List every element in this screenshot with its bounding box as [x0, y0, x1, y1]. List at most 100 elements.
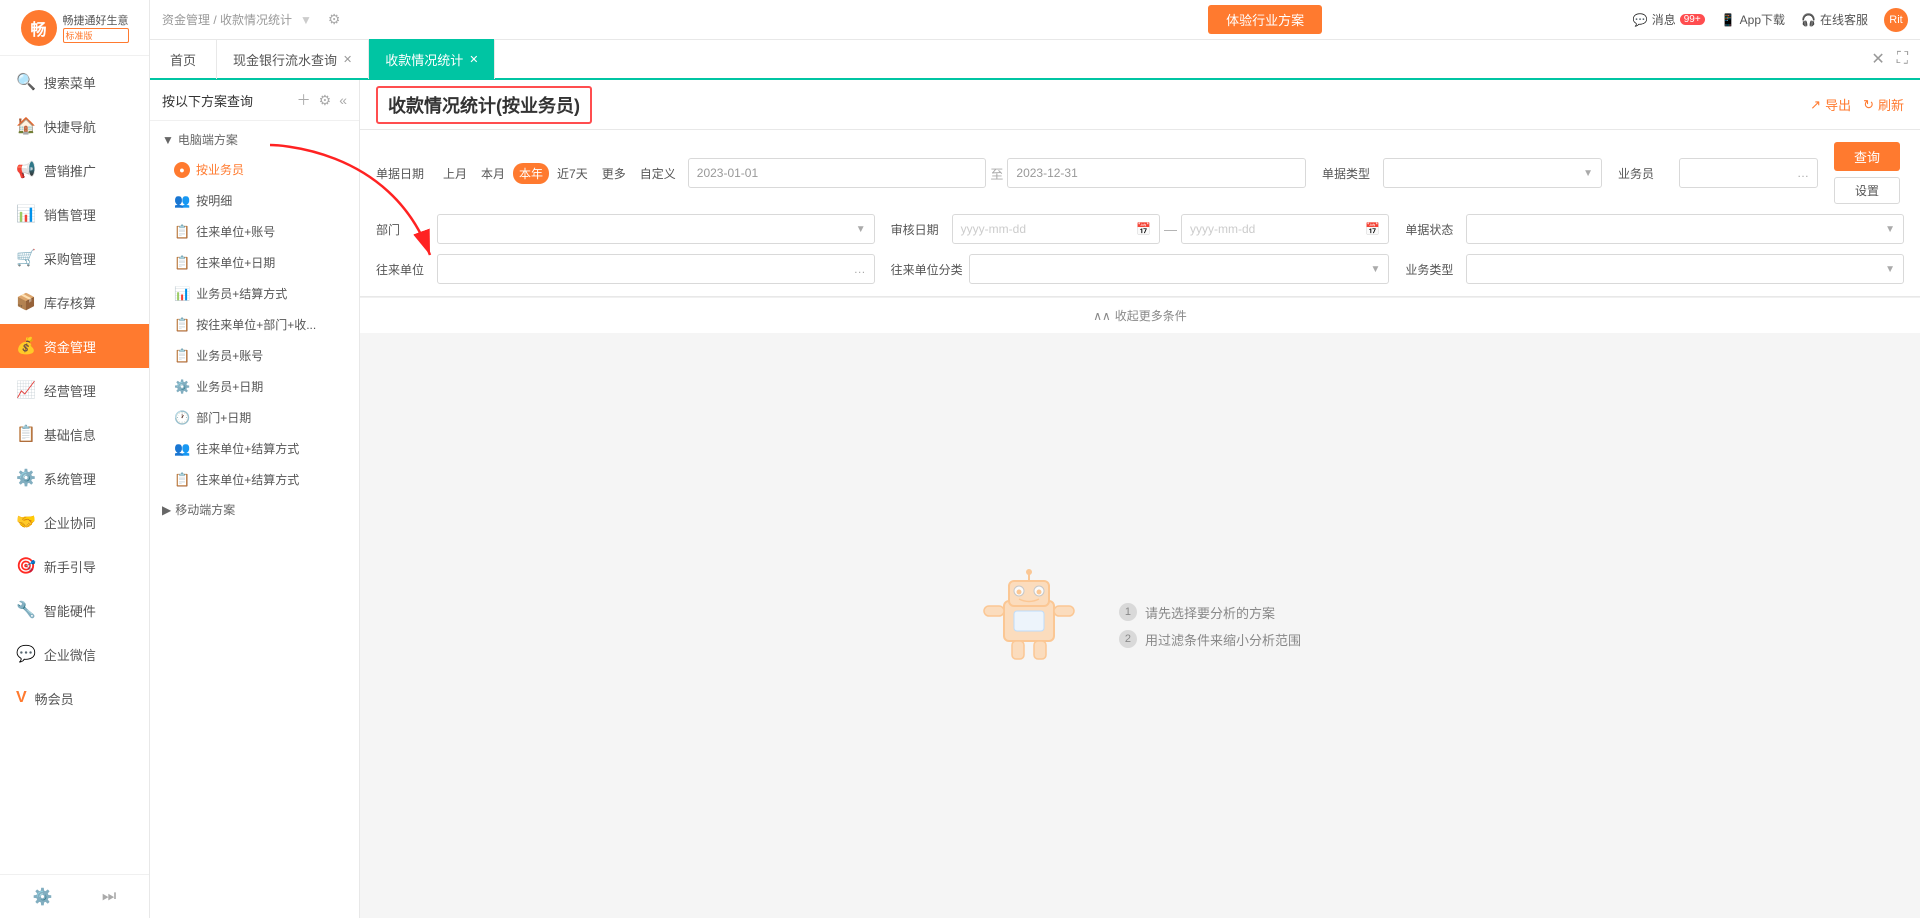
date-to-input[interactable]: 2023-12-31: [1007, 158, 1306, 188]
scheme-item-10[interactable]: 📋 往来单位+结算方式: [150, 464, 359, 495]
date-tab-custom[interactable]: 自定义: [634, 163, 682, 184]
sidebar-item-newguide[interactable]: 🎯 新手引导: [0, 544, 149, 588]
sidebar-item-operations[interactable]: 📈 经营管理: [0, 368, 149, 412]
date-tab-this-year[interactable]: 本年: [513, 163, 549, 184]
filter-unit-class: 往来单位分类 ▼: [891, 254, 1390, 284]
sidebar-item-smarthw[interactable]: 🔧 智能硬件: [0, 588, 149, 632]
filter-unit: 往来单位 …: [376, 254, 875, 284]
try-industry-btn[interactable]: 体验行业方案: [1208, 5, 1322, 34]
user-avatar-btn[interactable]: Rit: [1884, 8, 1908, 32]
dropdown-arrow-icon[interactable]: ▼: [300, 13, 312, 27]
operations-icon: 📈: [16, 380, 36, 400]
scheme-item-label-5: 按往来单位+部门+收...: [196, 316, 316, 333]
search-icon: 🔍: [16, 72, 36, 92]
page-title-container: 收款情况统计(按业务员): [376, 86, 592, 124]
query-button[interactable]: 查询: [1834, 142, 1900, 171]
dept-chevron-icon: ▼: [856, 224, 866, 235]
tab-collection-label: 收款情况统计: [385, 50, 463, 69]
date-tab-last-month[interactable]: 上月: [437, 163, 473, 184]
online-service-btn[interactable]: 🎧 在线客服: [1801, 11, 1868, 28]
scheme-collapse-icon[interactable]: «: [339, 92, 347, 108]
settings-bottom-icon[interactable]: ⚙️: [33, 887, 53, 907]
doc-status-select[interactable]: ▼: [1466, 214, 1904, 244]
staff-more-icon[interactable]: …: [1797, 166, 1809, 180]
expand-icon[interactable]: ⏭: [102, 888, 116, 906]
export-btn[interactable]: ↗ 导出: [1810, 95, 1851, 114]
scheme-gear-icon[interactable]: ⚙: [319, 92, 332, 109]
date-range: 2023-01-01 至 2023-12-31: [688, 158, 1306, 188]
scheme-section-desktop-header[interactable]: ▼ 电脑端方案: [150, 125, 359, 154]
scheme-add-icon[interactable]: ＋: [297, 90, 311, 110]
filter-row-1: 单据日期 上月 本月 本年 近7天 更多 自定义 2023-01-01: [376, 142, 1904, 204]
audit-from-input[interactable]: yyyy-mm-dd 📅: [952, 214, 1160, 244]
audit-date-range: yyyy-mm-dd 📅 — yyyy-mm-dd 📅: [952, 214, 1390, 244]
tab-bank-close-icon[interactable]: ✕: [343, 53, 352, 66]
date-tab-this-month[interactable]: 本月: [475, 163, 511, 184]
sidebar-item-collab[interactable]: 🤝 企业协同: [0, 500, 149, 544]
sidebar-item-inventory[interactable]: 📦 库存核算: [0, 280, 149, 324]
calendar-icon-2[interactable]: 📅: [1365, 222, 1380, 236]
sidebar-label-smarthw: 智能硬件: [44, 601, 96, 620]
message-btn[interactable]: 💬 消息 99+: [1633, 11, 1705, 28]
sidebar-label-sales: 销售管理: [44, 205, 96, 224]
unit-more-icon[interactable]: …: [854, 262, 866, 276]
status-chevron-icon: ▼: [1885, 224, 1895, 235]
sidebar-item-quicknav[interactable]: 🏠 快捷导航: [0, 104, 149, 148]
scheme-item-3[interactable]: 📋 往来单位+日期: [150, 247, 359, 278]
tab-collection-stats[interactable]: 收款情况统计 ✕: [369, 39, 495, 79]
sidebar-item-wechat[interactable]: 💬 企业微信: [0, 632, 149, 676]
audit-to-input[interactable]: yyyy-mm-dd 📅: [1181, 214, 1389, 244]
logo-badge: 标准版: [63, 28, 129, 43]
doc-status-label: 单据状态: [1405, 221, 1460, 238]
sidebar-item-sales[interactable]: 📊 销售管理: [0, 192, 149, 236]
settings-button[interactable]: 设置: [1834, 177, 1900, 204]
scheme-section-mobile: ▶ 移动端方案: [150, 495, 359, 524]
dept-select[interactable]: ▼: [437, 214, 875, 244]
unit-class-select[interactable]: ▼: [969, 254, 1390, 284]
sidebar-item-basicinfo[interactable]: 📋 基础信息: [0, 412, 149, 456]
refresh-btn[interactable]: ↻ 刷新: [1863, 95, 1904, 114]
date-from-input[interactable]: 2023-01-01: [688, 158, 987, 188]
tab-close-all-icon[interactable]: ✕: [1871, 49, 1884, 69]
gear-icon[interactable]: ⚙: [328, 11, 341, 28]
sales-icon: 📊: [16, 204, 36, 224]
scheme-item-6[interactable]: 📋 业务员+账号: [150, 340, 359, 371]
scheme-item-4[interactable]: 📊 业务员+结算方式: [150, 278, 359, 309]
sidebar-item-purchase[interactable]: 🛒 采购管理: [0, 236, 149, 280]
scheme-item-2[interactable]: 📋 往来单位+账号: [150, 216, 359, 247]
calendar-icon[interactable]: 📅: [1136, 222, 1151, 236]
app-download-btn[interactable]: 📱 App下载: [1721, 11, 1785, 28]
marketing-icon: 📢: [16, 160, 36, 180]
date-tab-more[interactable]: 更多: [596, 163, 632, 184]
date-tab-7days[interactable]: 近7天: [551, 163, 594, 184]
sidebar-item-search[interactable]: 🔍 搜索菜单: [0, 60, 149, 104]
scheme-item-7[interactable]: ⚙️ 业务员+日期: [150, 371, 359, 402]
sidebar-label-finance: 资金管理: [44, 337, 96, 356]
scheme-item-9[interactable]: 👥 往来单位+结算方式: [150, 433, 359, 464]
scheme-item-8[interactable]: 🕐 部门+日期: [150, 402, 359, 433]
tab-bank-flow[interactable]: 现金银行流水查询 ✕: [217, 39, 369, 79]
scheme-item-1[interactable]: 👥 按明细: [150, 185, 359, 216]
staff-select[interactable]: …: [1679, 158, 1818, 188]
tab-maximize-icon[interactable]: ⛶: [1897, 50, 1908, 68]
date-to-value: 2023-12-31: [1016, 166, 1077, 180]
filter-audit-date: 审核日期 yyyy-mm-dd 📅 — yyyy-mm-dd 📅: [891, 214, 1390, 244]
unit-select[interactable]: …: [437, 254, 875, 284]
tab-collection-close-icon[interactable]: ✕: [469, 53, 478, 66]
biz-type-select[interactable]: ▼: [1466, 254, 1904, 284]
scheme-section-mobile-header[interactable]: ▶ 移动端方案: [150, 495, 359, 524]
sidebar-item-finance[interactable]: 💰 资金管理: [0, 324, 149, 368]
scheme-item-5[interactable]: 📋 按往来单位+部门+收...: [150, 309, 359, 340]
doc-type-select[interactable]: ▼: [1383, 158, 1602, 188]
scheme-item-0[interactable]: ● 按业务员: [150, 154, 359, 185]
collab-icon: 🤝: [16, 512, 36, 532]
sidebar-item-member[interactable]: V 畅会员: [0, 676, 149, 720]
tab-home[interactable]: 首页: [150, 39, 217, 79]
sidebar-item-system[interactable]: ⚙️ 系统管理: [0, 456, 149, 500]
date-tabs: 上月 本月 本年 近7天 更多 自定义: [437, 163, 682, 184]
scheme-item-active-icon: ●: [174, 162, 190, 178]
wechat-icon: 💬: [16, 644, 36, 664]
collapse-conditions-btn[interactable]: ∧∧ 收起更多条件: [360, 297, 1920, 333]
service-icon: 🎧: [1801, 13, 1816, 27]
sidebar-item-marketing[interactable]: 📢 营销推广: [0, 148, 149, 192]
